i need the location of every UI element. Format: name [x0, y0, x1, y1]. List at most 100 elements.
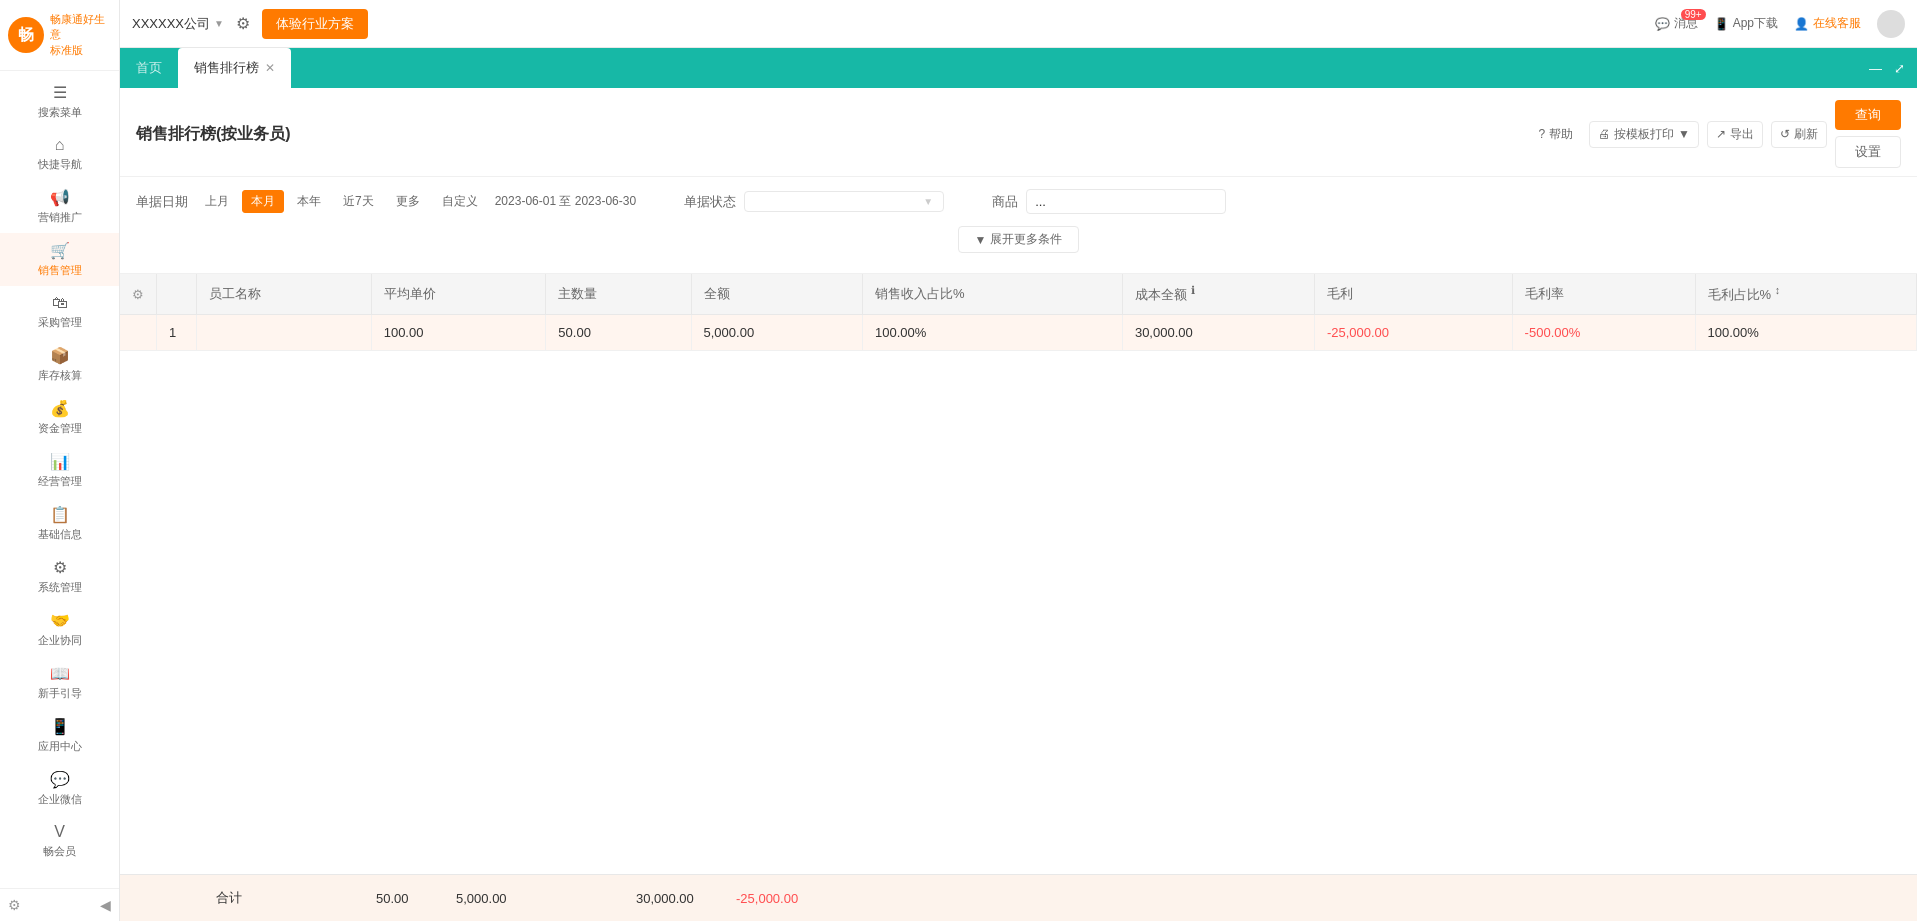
goods-input[interactable]: ...: [1026, 189, 1226, 214]
nav-label-11: 新手引导: [38, 686, 82, 701]
nav-label-13: 企业微信: [38, 792, 82, 807]
col-rank: [157, 274, 197, 315]
page-header: 销售排行榜(按业务员) ? 帮助 🖨 按模板打印 ▼ ↗ 导出: [120, 88, 1917, 177]
cell-profit: -25,000.00: [1314, 315, 1512, 351]
sidebar-item-9[interactable]: ⚙ 系统管理: [0, 550, 119, 603]
nav-icon-14: V: [54, 823, 65, 841]
col-amount: 全额: [691, 274, 863, 315]
date-tab-custom[interactable]: 自定义: [433, 190, 487, 213]
query-button[interactable]: 查询: [1835, 100, 1901, 130]
cell-settings: [120, 315, 157, 351]
sidebar-item-6[interactable]: 💰 资金管理: [0, 391, 119, 444]
nav-label-9: 系统管理: [38, 580, 82, 595]
status-filter-label: 单据状态: [684, 193, 736, 211]
data-table: ⚙ 员工名称 平均单价 主数量 全额 销售收入占比% 成本全额 ℹ 毛利 毛利率…: [120, 274, 1917, 351]
filter-row: 单据日期 上月 本月 本年 近7天 更多 自定义 2023-06-01 至 20…: [136, 189, 1901, 214]
footer-total-label: 合计: [204, 885, 284, 911]
export-icon: ↗: [1716, 127, 1726, 141]
tab-actions: — ⤢: [1869, 61, 1917, 76]
company-selector[interactable]: XXXXXX公司 ▼: [132, 15, 224, 33]
col-profit: 毛利: [1314, 274, 1512, 315]
cell-avg_price: 100.00: [371, 315, 546, 351]
sidebar-collapse-icon[interactable]: ◀: [100, 897, 111, 913]
date-tab-this-month[interactable]: 本月: [242, 190, 284, 213]
nav-icon-11: 📖: [50, 664, 70, 683]
refresh-button[interactable]: ↺ 刷新: [1771, 121, 1827, 148]
sidebar-item-3[interactable]: 🛒 销售管理: [0, 233, 119, 286]
service-label: 在线客服: [1813, 15, 1861, 32]
date-filter: 单据日期 上月 本月 本年 近7天 更多 自定义 2023-06-01 至 20…: [136, 190, 636, 213]
sidebar-item-12[interactable]: 📱应用中心: [0, 709, 119, 762]
tab-close-icon[interactable]: ✕: [265, 61, 275, 75]
app-download-button[interactable]: 📱 App下载: [1714, 15, 1778, 32]
refresh-icon: ↺: [1780, 127, 1790, 141]
sidebar-settings-icon[interactable]: ⚙: [8, 897, 21, 913]
sidebar-item-4[interactable]: 🛍采购管理: [0, 286, 119, 338]
sidebar-item-11[interactable]: 📖 新手引导: [0, 656, 119, 709]
nav-label-7: 经营管理: [38, 474, 82, 489]
nav-label-6: 资金管理: [38, 421, 82, 436]
logo-text: 畅康通好生意 标准版: [50, 12, 111, 58]
export-button[interactable]: ↗ 导出: [1707, 121, 1763, 148]
nav-icon-1: ⌂: [55, 136, 65, 154]
nav-label-3: 销售管理: [38, 263, 82, 278]
nav-icon-12: 📱: [50, 717, 70, 736]
message-icon: 💬: [1655, 17, 1670, 31]
date-tab-7days[interactable]: 近7天: [334, 190, 383, 213]
footer-amount: 5,000.00: [444, 887, 524, 910]
message-button[interactable]: 💬 消息 99+: [1655, 15, 1698, 32]
tabbar: 首页 销售排行榜 ✕ — ⤢: [120, 48, 1917, 88]
filter-area: 单据日期 上月 本月 本年 近7天 更多 自定义 2023-06-01 至 20…: [120, 177, 1917, 274]
settings-button[interactable]: 设置: [1835, 136, 1901, 168]
col-settings[interactable]: ⚙: [120, 274, 157, 315]
sidebar-item-2[interactable]: 📢营销推广: [0, 180, 119, 233]
sidebar-item-10[interactable]: 🤝企业协同: [0, 603, 119, 656]
tab-home[interactable]: 首页: [120, 48, 178, 88]
sidebar-item-5[interactable]: 📦库存核算: [0, 338, 119, 391]
sidebar-item-1[interactable]: ⌂快捷导航: [0, 128, 119, 180]
col-avg-price: 平均单价: [371, 274, 546, 315]
col-profit-rate: 毛利率: [1512, 274, 1695, 315]
sidebar-footer: ⚙ ◀: [0, 888, 119, 921]
topbar-settings-icon[interactable]: ⚙: [236, 14, 250, 33]
tab-minimize-icon[interactable]: —: [1869, 61, 1882, 76]
cell-profit_ratio: 100.00%: [1695, 315, 1916, 351]
date-tab-this-year[interactable]: 本年: [288, 190, 330, 213]
topbar: XXXXXX公司 ▼ ⚙ 体验行业方案 💬 消息 99+ 📱 App下载 👤 在…: [120, 0, 1917, 48]
nav-icon-0: ☰: [53, 83, 67, 102]
cell-quantity: 50.00: [546, 315, 691, 351]
sidebar-item-8[interactable]: 📋基础信息: [0, 497, 119, 550]
status-select[interactable]: ▼: [744, 191, 944, 212]
message-badge: 99+: [1681, 9, 1706, 20]
nav-icon-6: 💰: [50, 399, 70, 418]
sidebar-item-14[interactable]: V畅会员: [0, 815, 119, 867]
nav-icon-8: 📋: [50, 505, 70, 524]
expand-conditions-button[interactable]: ▼ 展开更多条件: [958, 226, 1080, 253]
cell-amount: 5,000.00: [691, 315, 863, 351]
sidebar-item-0[interactable]: ☰搜索菜单: [0, 75, 119, 128]
table-footer: 合计 50.00 5,000.00 30,000.00 -25,000.00: [120, 874, 1917, 921]
sidebar-item-13[interactable]: 💬企业微信: [0, 762, 119, 815]
sidebar-item-7[interactable]: 📊 经营管理: [0, 444, 119, 497]
nav-icon-3: 🛒: [50, 241, 70, 260]
expand-row: ▼ 展开更多条件: [136, 214, 1901, 261]
help-button[interactable]: ? 帮助: [1530, 122, 1581, 147]
nav-icon-2: 📢: [50, 188, 70, 207]
table-wrap: ⚙ 员工名称 平均单价 主数量 全额 销售收入占比% 成本全额 ℹ 毛利 毛利率…: [120, 274, 1917, 874]
date-tab-more[interactable]: 更多: [387, 190, 429, 213]
col-quantity: 主数量: [546, 274, 691, 315]
nav-icon-9: ⚙: [53, 558, 67, 577]
tab-sales-ranking[interactable]: 销售排行榜 ✕: [178, 48, 291, 88]
nav-label-4: 采购管理: [38, 315, 82, 330]
nav-icon-5: 📦: [50, 346, 70, 365]
footer-quantity: 50.00: [364, 887, 444, 910]
date-tab-last-month[interactable]: 上月: [196, 190, 238, 213]
print-button[interactable]: 🖨 按模板打印 ▼: [1589, 121, 1699, 148]
trial-button[interactable]: 体验行业方案: [262, 9, 368, 39]
tab-maximize-icon[interactable]: ⤢: [1894, 61, 1905, 76]
tab-sales-ranking-label: 销售排行榜: [194, 59, 259, 77]
print-icon: 🖨: [1598, 127, 1610, 141]
online-service-button[interactable]: 👤 在线客服: [1794, 15, 1861, 32]
nav-icon-7: 📊: [50, 452, 70, 471]
user-avatar[interactable]: [1877, 10, 1905, 38]
